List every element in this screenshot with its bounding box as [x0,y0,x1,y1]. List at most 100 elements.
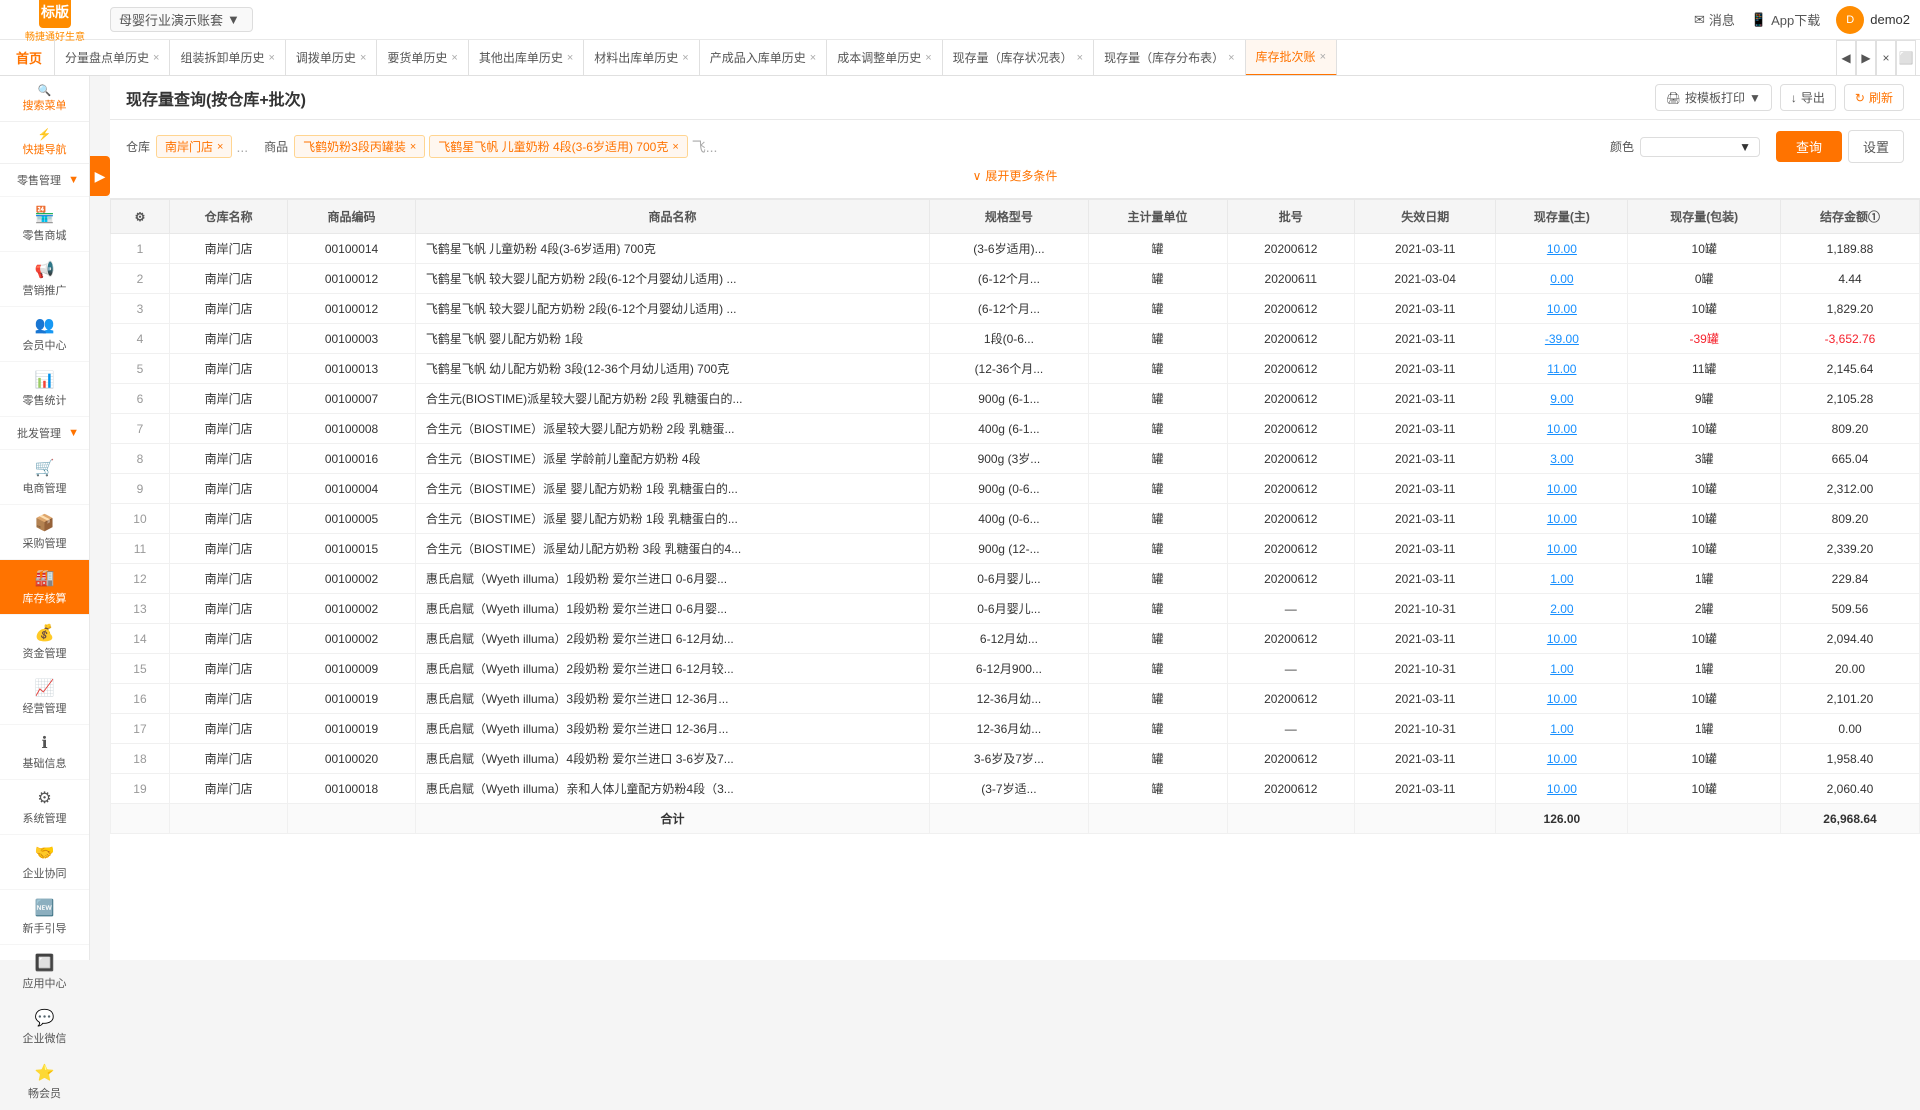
sidebar-item-member[interactable]: 👥 会员中心 [0,307,89,362]
sidebar-item-ops[interactable]: 📈 经营管理 [0,670,89,725]
sidebar-item-sys-mgmt[interactable]: ⚙ 系统管理 [0,780,89,835]
tab-other-out[interactable]: 其他出库单历史 × [469,40,584,76]
industry-selector[interactable]: 母婴行业演示账套 ▼ [110,7,253,32]
expand-conditions[interactable]: ∨ 展开更多条件 [126,163,1904,188]
cell-qty[interactable]: 10.00 [1496,414,1628,444]
sidebar-item-retail-mall[interactable]: 🏪 零售商城 [0,197,89,252]
product-tag-2-close[interactable]: × [672,141,678,153]
row-number: 3 [111,294,170,324]
message-button[interactable]: ✉ 消息 [1694,10,1735,29]
tab-cost-adjust[interactable]: 成本调整单历史 × [827,40,942,76]
tab-inventory-status[interactable]: 现存量（库存状况表） × [943,40,1094,76]
cell-code: 00100008 [288,414,416,444]
sidebar-quick-nav[interactable]: ⚡ 快捷导航 [0,122,89,164]
cell-qty[interactable]: 10.00 [1496,504,1628,534]
tab-close-cost-adjust[interactable]: × [925,52,931,64]
sidebar-collapse-button[interactable]: ▶ [90,156,110,196]
sidebar-item-new-guide[interactable]: 🆕 新手引导 [0,890,89,945]
tab-close-product-in[interactable]: × [810,52,816,64]
cell-qty[interactable]: 2.00 [1496,594,1628,624]
template-print-button[interactable]: 🖨 按模板打印 ▼ [1655,84,1772,111]
product-tag-1-close[interactable]: × [410,141,416,153]
sidebar-item-retail-stats[interactable]: 📊 零售统计 [0,362,89,417]
cell-qty[interactable]: -39.00 [1496,324,1628,354]
cell-spec: (3-6岁适用)... [930,234,1088,264]
cell-qty[interactable]: 10.00 [1496,684,1628,714]
cell-qty[interactable]: 3.00 [1496,444,1628,474]
tab-close-demand[interactable]: × [451,52,457,64]
tab-close-batch-order[interactable]: × [1320,51,1326,63]
tab-maximize-button[interactable]: ⬜ [1896,40,1916,76]
cell-qty[interactable]: 10.00 [1496,774,1628,804]
cell-amount: 0.00 [1781,714,1920,744]
search-button[interactable]: 查询 [1776,131,1842,162]
color-select[interactable]: ▼ [1640,137,1760,157]
sidebar-item-inventory[interactable]: 🏭 库存核算 [0,560,89,615]
cell-code: 00100007 [288,384,416,414]
cell-batch: — [1227,594,1355,624]
settings-button[interactable]: 设置 [1848,130,1904,163]
tab-product-in[interactable]: 产成品入库单历史 × [700,40,827,76]
tab-next-button[interactable]: ▶ [1856,40,1876,76]
tab-split-count[interactable]: 分量盘点单历史 × [55,40,170,76]
tab-close-material-out[interactable]: × [682,52,688,64]
sidebar-item-basic-info[interactable]: ℹ 基础信息 [0,725,89,780]
tab-mix[interactable]: 调拨单历史 × [286,40,377,76]
export-button[interactable]: ↓ 导出 [1780,84,1836,111]
row-number: 15 [111,654,170,684]
sidebar-item-finance[interactable]: 💰 资金管理 [0,615,89,670]
cell-qty[interactable]: 0.00 [1496,264,1628,294]
tab-close-other-out[interactable]: × [567,52,573,64]
tab-disassemble[interactable]: 组装拆卸单历史 × [170,40,285,76]
cell-qty[interactable]: 1.00 [1496,564,1628,594]
cell-qty[interactable]: 10.00 [1496,234,1628,264]
sidebar-item-member-privilege[interactable]: ⭐ 畅会员 [0,1055,89,1110]
tab-close-inventory-status[interactable]: × [1077,52,1083,64]
sidebar-item-app-center[interactable]: 🔲 应用中心 [0,945,89,1000]
tab-demand[interactable]: 要货单历史 × [377,40,468,76]
row-number: 14 [111,624,170,654]
cell-qty[interactable]: 10.00 [1496,534,1628,564]
tab-close-disassemble[interactable]: × [268,52,274,64]
cell-code: 00100013 [288,354,416,384]
tab-home[interactable]: 首页 [4,40,55,76]
cell-qty[interactable]: 1.00 [1496,714,1628,744]
tab-close-split-count[interactable]: × [153,52,159,64]
cell-code: 00100009 [288,654,416,684]
sidebar-item-marketing[interactable]: 📢 营销推广 [0,252,89,307]
cell-name: 合生元（BIOSTIME）派星 学龄前儿童配方奶粉 4段 [415,444,929,474]
sidebar-item-ecommerce[interactable]: 🛒 电商管理 [0,450,89,505]
cell-qty[interactable]: 10.00 [1496,294,1628,324]
tab-inventory-dist[interactable]: 现存量（库存分布表） × [1094,40,1245,76]
cell-qty-pkg: 10罐 [1628,534,1781,564]
tab-material-out[interactable]: 材料出库单历史 × [584,40,699,76]
cell-batch: 20200612 [1227,324,1355,354]
warehouse-tag-close[interactable]: × [217,141,223,153]
col-code: 商品编码 [288,200,416,234]
tab-close-all-button[interactable]: × [1876,40,1896,76]
sidebar-item-purchase[interactable]: 📦 采购管理 [0,505,89,560]
cell-amount: 2,060.40 [1781,774,1920,804]
cell-qty[interactable]: 10.00 [1496,744,1628,774]
sidebar-item-corp-collab[interactable]: 🤝 企业协同 [0,835,89,890]
nav-icon: ⚡ [6,128,83,141]
tab-batch-order[interactable]: 库存批次账 × [1246,40,1337,76]
filter-area: 仓库 南岸门店 × ... 商品 飞鹤奶粉3段丙罐装 × [110,120,1920,199]
col-settings[interactable]: ⚙ [111,200,170,234]
cell-qty[interactable]: 11.00 [1496,354,1628,384]
sidebar-search[interactable]: 🔍 搜索菜单 [0,76,89,122]
refresh-button[interactable]: ↻ 刷新 [1844,84,1904,111]
cell-spec: 900g (0-6... [930,474,1088,504]
tab-prev-button[interactable]: ◀ [1836,40,1856,76]
cell-qty[interactable]: 9.00 [1496,384,1628,414]
sidebar-item-corp-wechat[interactable]: 💬 企业微信 [0,1000,89,1055]
tab-close-mix[interactable]: × [360,52,366,64]
cell-qty[interactable]: 1.00 [1496,654,1628,684]
cell-qty[interactable]: 10.00 [1496,474,1628,504]
cell-qty[interactable]: 10.00 [1496,624,1628,654]
app-download-button[interactable]: 📱 App下载 [1751,10,1820,29]
sidebar-item-wholesale[interactable]: 批发管理 ▼ [0,417,89,450]
sidebar-item-retail-mgmt[interactable]: 零售管理 ▼ [0,164,89,197]
tab-close-inventory-dist[interactable]: × [1228,52,1234,64]
cell-batch: 20200612 [1227,744,1355,774]
